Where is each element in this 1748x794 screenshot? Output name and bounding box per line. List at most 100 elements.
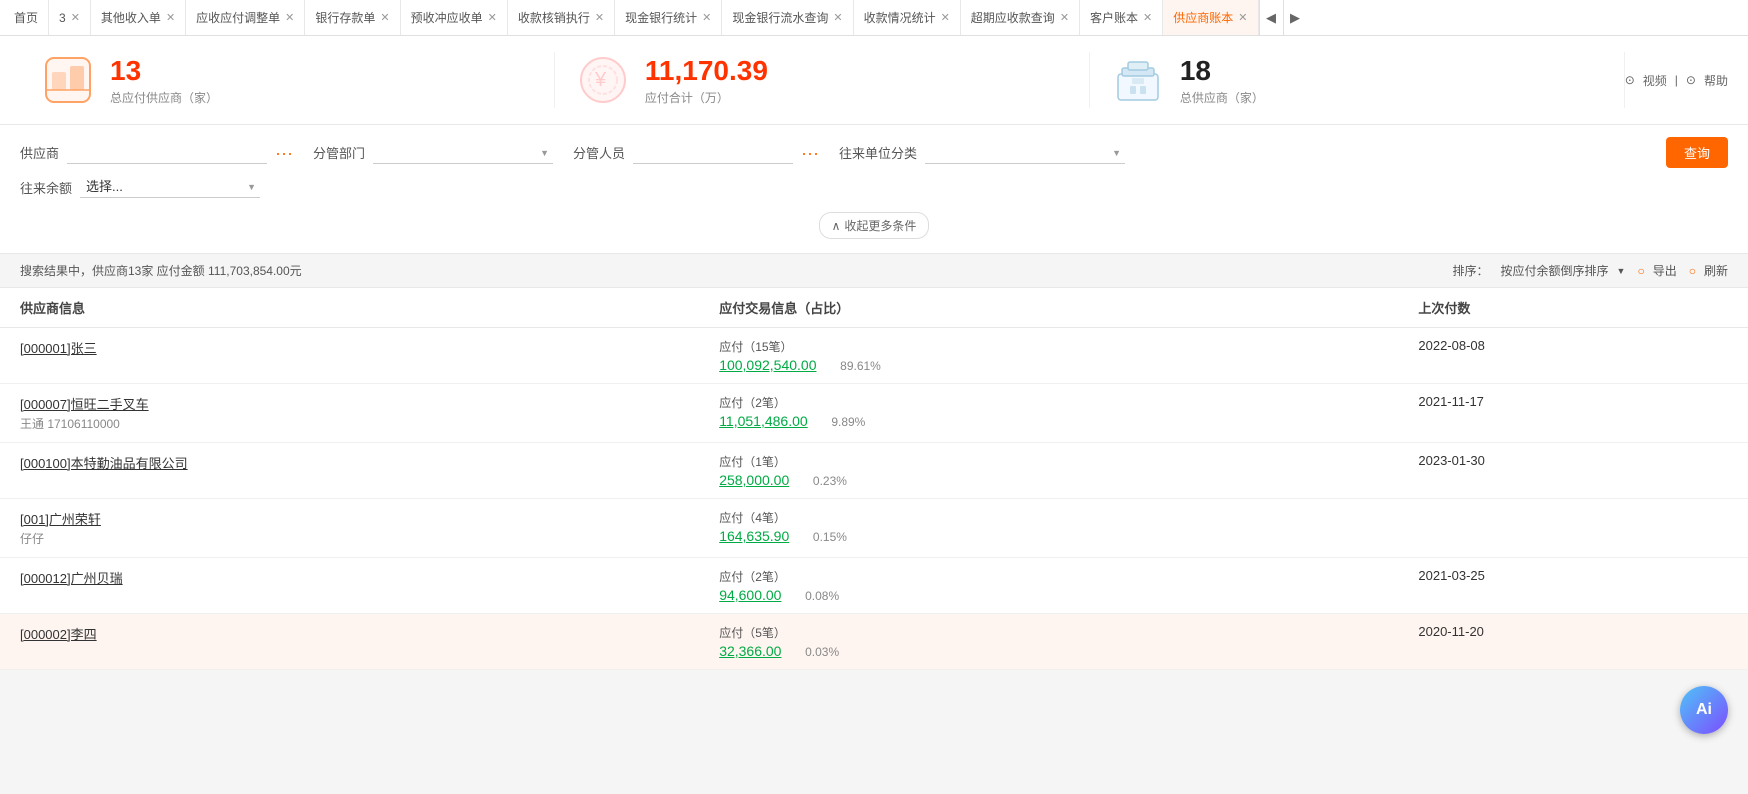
col-header-transaction: 应付交易信息（占比） xyxy=(699,288,1398,328)
percent-value: 0.08% xyxy=(805,589,839,603)
category-select[interactable] xyxy=(925,142,1125,164)
transaction-note: 应付（4笔） xyxy=(719,509,1378,526)
tab-collection-execute[interactable]: 收款核销执行 ✕ xyxy=(508,0,615,36)
ai-button[interactable]: Ai xyxy=(1680,686,1728,734)
close-tab-supplier-ledger[interactable]: ✕ xyxy=(1238,11,1247,24)
tab-advance-receive[interactable]: 预收冲应收单 ✕ xyxy=(401,0,508,36)
percent-value: 0.15% xyxy=(813,530,847,544)
person-label: 分管人员 xyxy=(573,143,625,162)
balance-select-wrap: 选择... xyxy=(80,176,260,198)
transaction-note: 应付（2笔） xyxy=(719,394,1378,411)
amount-value[interactable]: 32,366.00 xyxy=(719,643,781,659)
supplier-info-cell: [000007]恒旺二手叉车王通 17106110000 xyxy=(0,384,699,443)
col-header-supplier: 供应商信息 xyxy=(0,288,699,328)
supplier-ellipsis[interactable]: ··· xyxy=(275,144,293,162)
summary-card-supplier-count: 13 总应付供应商（家） xyxy=(20,52,555,108)
collapse-button[interactable]: 收起更多条件 xyxy=(819,212,930,239)
close-tab-advance-receive[interactable]: ✕ xyxy=(488,11,497,24)
amount-value[interactable]: 11,051,486.00 xyxy=(719,413,808,429)
close-tab-collection-stats[interactable]: ✕ xyxy=(941,11,950,24)
amount-value[interactable]: 258,000.00 xyxy=(719,472,789,488)
supplier-sub-info: 王通 17106110000 xyxy=(20,415,679,432)
transaction-info-cell: 应付（5笔） 32,366.00 0.03% xyxy=(699,614,1398,670)
sort-area: 排序： 按应付余额倒序排序 导出 刷新 xyxy=(1452,262,1728,279)
tab-customer-ledger[interactable]: 客户账本 ✕ xyxy=(1080,0,1163,36)
table-row: [001]广州荣轩仔仔 应付（4笔） 164,635.90 0.15% xyxy=(0,499,1748,558)
supplier-table: 供应商信息 应付交易信息（占比） 上次付数 [000001]张三 应付（15笔）… xyxy=(0,288,1748,670)
percent-value: 0.03% xyxy=(805,645,839,659)
tab-other-income[interactable]: 其他收入单 ✕ xyxy=(91,0,186,36)
results-summary: 搜索结果中，供应商13家 应付金额 111,703,854.00元 xyxy=(20,262,302,279)
supplier-count-icon xyxy=(40,52,96,108)
dept-select[interactable] xyxy=(373,142,553,164)
tab-cash-bank-flow[interactable]: 现金银行流水查询 ✕ xyxy=(722,0,853,36)
tab-cash-bank-stats[interactable]: 现金银行统计 ✕ xyxy=(615,0,722,36)
amount-value[interactable]: 164,635.90 xyxy=(719,528,789,544)
close-tab-cash-bank-stats[interactable]: ✕ xyxy=(702,11,711,24)
supplier-link[interactable]: [000012]广州贝瑞 xyxy=(20,571,123,586)
transaction-note: 应付（15笔） xyxy=(719,338,1378,355)
transaction-note: 应付（5笔） xyxy=(719,624,1378,641)
supplier-link[interactable]: [001]广州荣轩 xyxy=(20,512,101,527)
divider: | xyxy=(1675,73,1678,87)
total-supplier-icon xyxy=(1110,52,1166,108)
supplier-link[interactable]: [000100]本特勤油品有限公司 xyxy=(20,456,188,471)
supplier-label: 供应商 xyxy=(20,143,59,162)
percent-value: 9.89% xyxy=(831,415,865,429)
close-tab-other-income[interactable]: ✕ xyxy=(166,11,175,24)
total-supplier-text: 18 总供应商（家） xyxy=(1180,54,1264,107)
supplier-info-cell: [001]广州荣轩仔仔 xyxy=(0,499,699,558)
close-tab-overdue-receivable[interactable]: ✕ xyxy=(1060,11,1069,24)
person-ellipsis[interactable]: ··· xyxy=(801,144,819,162)
export-button[interactable]: 导出 xyxy=(1637,262,1676,279)
filter-row-1: 供应商 ··· 分管部门 分管人员 ··· 往来单位分类 查询 xyxy=(20,137,1728,168)
help-link[interactable]: 帮助 xyxy=(1704,72,1728,89)
svg-text:¥: ¥ xyxy=(594,69,607,91)
percent-value: 89.61% xyxy=(840,359,881,373)
person-input[interactable] xyxy=(633,142,793,164)
refresh-button[interactable]: 刷新 xyxy=(1689,262,1728,279)
filter-area: 供应商 ··· 分管部门 分管人员 ··· 往来单位分类 查询 xyxy=(0,125,1748,254)
close-tab-collection-execute[interactable]: ✕ xyxy=(595,11,604,24)
video-link[interactable]: 视频 xyxy=(1643,72,1667,89)
last-payment-cell: 2023-01-30 xyxy=(1398,443,1748,499)
supplier-info-cell: [000002]李四 xyxy=(0,614,699,670)
ap-total-label: 应付合计（万） xyxy=(645,89,768,106)
supplier-link[interactable]: [000002]李四 xyxy=(20,627,97,642)
tab-ap-adjustment[interactable]: 应收应付调整单 ✕ xyxy=(186,0,305,36)
supplier-sub-info: 仔仔 xyxy=(20,530,679,547)
close-tab-3[interactable]: ✕ xyxy=(71,11,80,24)
help-icon: ⊙ xyxy=(1686,73,1696,87)
close-tab-cash-bank-flow[interactable]: ✕ xyxy=(833,11,842,24)
nav-arrow-right[interactable]: ▶ xyxy=(1283,0,1307,36)
total-supplier-label: 总供应商（家） xyxy=(1180,89,1264,106)
tab-collection-stats[interactable]: 收款情况统计 ✕ xyxy=(854,0,961,36)
supplier-count-text: 13 总应付供应商（家） xyxy=(110,54,218,107)
tab-supplier-ledger[interactable]: 供应商账本 ✕ xyxy=(1163,0,1258,36)
close-tab-bank-deposit[interactable]: ✕ xyxy=(380,11,389,24)
nav-arrow-left[interactable]: ◀ xyxy=(1259,0,1283,36)
close-tab-ap-adjustment[interactable]: ✕ xyxy=(285,11,294,24)
summary-area: 13 总应付供应商（家） ¥ 11,170.39 应付合计（万） xyxy=(0,36,1748,125)
search-button[interactable]: 查询 xyxy=(1666,137,1728,168)
transaction-note: 应付（2笔） xyxy=(719,568,1378,585)
supplier-link[interactable]: [000001]张三 xyxy=(20,341,97,356)
tab-home[interactable]: 首页 xyxy=(4,0,49,36)
percent-value: 0.23% xyxy=(813,474,847,488)
category-select-wrap xyxy=(925,142,1125,164)
supplier-link[interactable]: [000007]恒旺二手叉车 xyxy=(20,397,149,412)
amount-value[interactable]: 94,600.00 xyxy=(719,587,781,603)
tab-3[interactable]: 3 ✕ xyxy=(49,0,91,36)
filter-dept: 分管部门 xyxy=(313,142,553,164)
balance-select[interactable]: 选择... xyxy=(80,176,260,198)
close-tab-customer-ledger[interactable]: ✕ xyxy=(1143,11,1152,24)
tab-overdue-receivable[interactable]: 超期应收款查询 ✕ xyxy=(961,0,1080,36)
supplier-input[interactable] xyxy=(67,142,267,164)
filter-balance: 往来余额 选择... xyxy=(20,176,260,198)
sort-select[interactable]: 按应付余额倒序排序 xyxy=(1500,264,1625,278)
supplier-count-label: 总应付供应商（家） xyxy=(110,89,218,106)
amount-value[interactable]: 100,092,540.00 xyxy=(719,357,816,373)
video-icon: ⊙ xyxy=(1625,73,1635,87)
tab-bank-deposit[interactable]: 银行存款单 ✕ xyxy=(305,0,400,36)
last-payment-cell xyxy=(1398,499,1748,558)
